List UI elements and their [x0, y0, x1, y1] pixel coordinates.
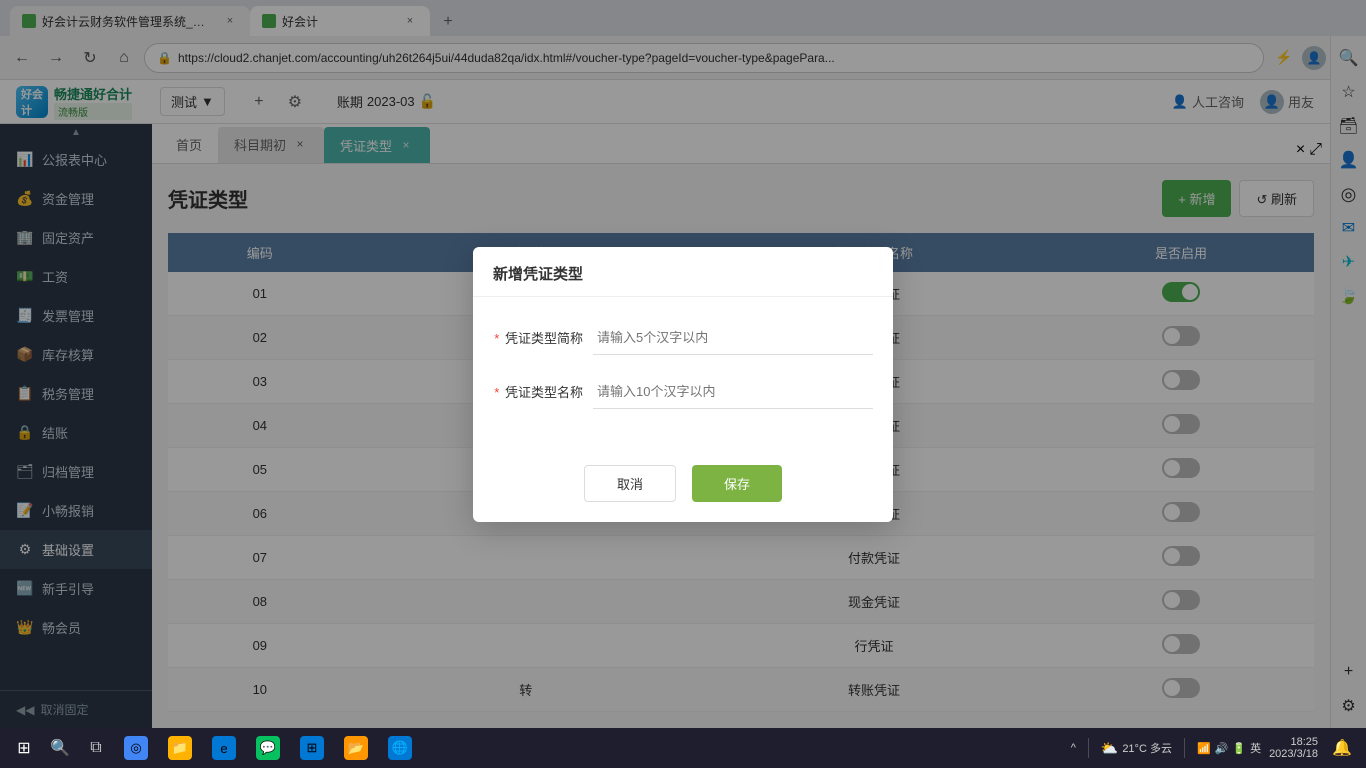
save-button[interactable]: 保存	[692, 465, 782, 502]
modal-overlay: 新增凭证类型 * 凭证类型简称 * 凭证类型名称 取消 保存	[0, 0, 1366, 768]
edge-taskbar[interactable]: e	[204, 732, 244, 764]
file-explorer-icon: 📁	[168, 736, 192, 760]
start-button[interactable]: ⊞	[8, 732, 40, 764]
sound-icon: 🔊	[1215, 742, 1229, 755]
clock-date: 2023/3/18	[1269, 748, 1318, 760]
weather-icon: ⛅	[1101, 740, 1118, 757]
short-name-label-text: 凭证类型简称	[505, 331, 583, 346]
wechat-taskbar[interactable]: 💬	[248, 732, 288, 764]
input-lang-label: 英	[1250, 740, 1261, 756]
task-view-button[interactable]: ⧉	[80, 732, 112, 764]
short-name-label: * 凭证类型简称	[493, 328, 593, 347]
required-mark-2: *	[494, 385, 499, 400]
input-lang: 📶 🔊 🔋 英	[1197, 740, 1261, 756]
clock-time: 18:25	[1290, 736, 1318, 748]
edge-icon: e	[212, 736, 236, 760]
appstore-icon: ⊞	[300, 736, 324, 760]
weather-info: ⛅ 21°C 多云	[1101, 740, 1172, 757]
required-mark: *	[494, 331, 499, 346]
modal-footer: 取消 保存	[473, 453, 893, 522]
file-explorer-taskbar[interactable]: 📁	[160, 732, 200, 764]
battery-icon: 🔋	[1232, 742, 1246, 755]
weather-text: 21°C 多云	[1122, 740, 1172, 756]
appstore-taskbar[interactable]: ⊞	[292, 732, 332, 764]
full-name-row: * 凭证类型名称	[493, 375, 873, 409]
taskbar-sep	[1088, 738, 1089, 758]
short-name-input[interactable]	[593, 321, 873, 355]
full-name-label: * 凭证类型名称	[493, 382, 593, 401]
full-name-input[interactable]	[593, 375, 873, 409]
edge2-icon: 🌐	[388, 736, 412, 760]
taskbar-right: ^ ⛅ 21°C 多云 📶 🔊 🔋 英 18:25 2023/3/18 🔔	[1071, 732, 1358, 764]
modal-title: 新增凭证类型	[493, 266, 583, 283]
short-name-row: * 凭证类型简称	[493, 321, 873, 355]
cancel-button[interactable]: 取消	[584, 465, 676, 502]
new-voucher-type-modal: 新增凭证类型 * 凭证类型简称 * 凭证类型名称 取消 保存	[473, 247, 893, 522]
chevron-up-icon: ^	[1071, 742, 1076, 754]
chrome-taskbar[interactable]: ◎	[116, 732, 156, 764]
taskbar-clock: 18:25 2023/3/18	[1269, 736, 1318, 760]
taskbar: ⊞ 🔍 ⧉ ◎ 📁 e 💬 ⊞ 📂 🌐 ^ ⛅ 21°C 多云 📶 🔊 🔋	[0, 728, 1366, 768]
modal-header: 新增凭证类型	[473, 247, 893, 297]
folder-icon: 📂	[344, 736, 368, 760]
edge2-taskbar[interactable]: 🌐	[380, 732, 420, 764]
taskbar-notify: ^	[1071, 742, 1076, 754]
folder-taskbar[interactable]: 📂	[336, 732, 376, 764]
notification-button[interactable]: 🔔	[1326, 732, 1358, 764]
search-button[interactable]: 🔍	[44, 732, 76, 764]
modal-body: * 凭证类型简称 * 凭证类型名称	[473, 297, 893, 453]
taskbar-sep-2	[1184, 738, 1185, 758]
network-icon: 📶	[1197, 742, 1211, 755]
chrome-icon: ◎	[124, 736, 148, 760]
wechat-icon: 💬	[256, 736, 280, 760]
full-name-label-text: 凭证类型名称	[505, 385, 583, 400]
